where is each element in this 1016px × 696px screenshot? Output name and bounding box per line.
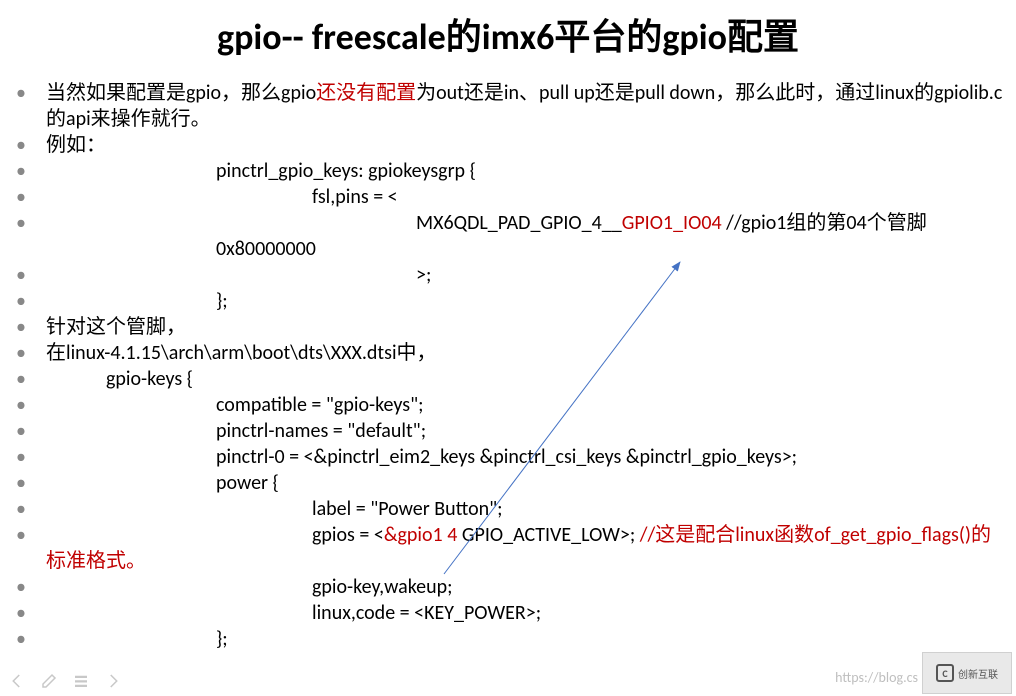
plain-text: 例如： [46,133,106,157]
bullet-item: • fsl,pins = < [16,184,1006,210]
bullet-marker: • [16,600,26,626]
plain-text: gpio-key,wakeup; [312,575,453,599]
bullet-item: • label = "Power Button"; [16,496,1006,522]
highlight-text: &gpio1 4 [384,523,462,547]
plain-text: gpio-keys { [106,367,193,391]
slide-nav-bar [8,672,122,690]
bullet-text: 针对这个管脚， [16,314,1006,340]
bullet-marker: • [16,158,26,184]
plain-text: pinctrl-0 = <&pinctrl_eim2_keys &pinctrl… [216,445,797,469]
plain-text: 针对这个管脚， [46,315,186,339]
site-logo: C 创新互联 [922,652,1012,694]
bullet-text: 例如： [16,132,1006,158]
bullet-item: • gpio-keys { [16,366,1006,392]
plain-text: pinctrl_gpio_keys: gpiokeysgrp { [216,159,476,183]
bullet-item: • compatible = "gpio-keys"; [16,392,1006,418]
bullet-text: MX6QDL_PAD_GPIO_4__GPIO1_IO04 //gpio1组的第… [16,210,1006,262]
plain-text: }; [216,289,228,313]
bullet-text: compatible = "gpio-keys"; [16,392,1006,418]
bullet-item: • pinctrl-0 = <&pinctrl_eim2_keys &pinctr… [16,444,1006,470]
plain-text: 当然如果配置是gpio，那么gpio [46,81,316,105]
bullet-item: • pinctrl_gpio_keys: gpiokeysgrp { [16,158,1006,184]
bullet-item: • gpio-key,wakeup; [16,574,1006,600]
bullet-marker: • [16,262,26,288]
bullet-item: • linux,code = <KEY_POWER>; [16,600,1006,626]
plain-text: label = "Power Button"; [312,497,503,521]
bullet-text: pinctrl-names = "default"; [16,418,1006,444]
plain-text: 在linux-4.1.15\arch\arm\boot\dts\XXX.dtsi… [46,341,437,365]
bullet-item: •}; [16,288,1006,314]
bullet-marker: • [16,366,26,392]
bullet-text: label = "Power Button"; [16,496,1006,522]
next-slide-button[interactable] [104,672,122,690]
bullet-item: • 在linux-4.1.15\arch\arm\boot\dts\XXX.dts… [16,340,1006,366]
highlight-text: 还没有配置 [316,81,416,105]
bullet-item: •}; [16,626,1006,652]
plain-text: pinctrl-names = "default"; [216,419,426,443]
bullet-marker: • [16,80,26,106]
watermark-url: https://blog.cs [835,669,918,686]
slide-body: •当然如果配置是gpio，那么gpio还没有配置为out还是in、pull up… [0,80,1016,652]
bullet-marker: • [16,418,26,444]
bullet-marker: • [16,288,26,314]
bullet-text: 当然如果配置是gpio，那么gpio还没有配置为out还是in、pull up还… [16,80,1006,132]
bullet-text: pinctrl_gpio_keys: gpiokeysgrp { [16,158,1006,184]
bullet-marker: • [16,626,26,652]
bullet-item: •gpios = <&gpio1 4 GPIO_ACTIVE_LOW>; //这… [16,522,1006,574]
plain-text: linux,code = <KEY_POWER>; [312,601,541,625]
bullet-item: • >; [16,262,1006,288]
bullet-text: power { [16,470,1006,496]
bullet-text: linux,code = <KEY_POWER>; [16,600,1006,626]
plain-text: MX6QDL_PAD_GPIO_4__ [416,211,622,235]
bullet-marker: • [16,496,26,522]
bullet-item: •MX6QDL_PAD_GPIO_4__GPIO1_IO04 //gpio1组的… [16,210,1006,262]
bullet-text: }; [16,626,1006,652]
plain-text: compatible = "gpio-keys"; [216,393,423,417]
bullet-text: gpios = <&gpio1 4 GPIO_ACTIVE_LOW>; //这是… [16,522,1006,574]
edit-slide-button[interactable] [40,672,58,690]
bullet-marker: • [16,392,26,418]
plain-text: >; [416,263,431,287]
slide-list-button[interactable] [72,672,90,690]
bullet-text: pinctrl-0 = <&pinctrl_eim2_keys &pinctrl… [16,444,1006,470]
slide-title: gpio-- freescale的imx6平台的gpio配置 [0,0,1016,80]
plain-text: gpios = < [312,523,384,547]
plain-text: power { [216,471,279,495]
bullet-text: fsl,pins = < [16,184,1006,210]
bullet-marker: • [16,314,26,340]
logo-icon: C [936,664,954,682]
plain-text: GPIO_ACTIVE_LOW>; [462,523,640,547]
bullet-text: >; [16,262,1006,288]
bullet-marker: • [16,132,26,158]
bullet-marker: • [16,184,26,210]
bullet-text: gpio-key,wakeup; [16,574,1006,600]
bullet-item: • power { [16,470,1006,496]
highlight-text: GPIO1_IO04 [622,211,722,235]
bullet-item: • 例如： [16,132,1006,158]
bullet-marker: • [16,444,26,470]
plain-text: }; [216,627,228,651]
bullet-text: 在linux-4.1.15\arch\arm\boot\dts\XXX.dtsi… [16,340,1006,366]
bullet-marker: • [16,470,26,496]
bullet-item: • pinctrl-names = "default"; [16,418,1006,444]
plain-text: fsl,pins = < [312,185,398,209]
prev-slide-button[interactable] [8,672,26,690]
bullet-marker: • [16,210,26,236]
bullet-marker: • [16,574,26,600]
bullet-marker: • [16,340,26,366]
bullet-item: •当然如果配置是gpio，那么gpio还没有配置为out还是in、pull up… [16,80,1006,132]
bullet-marker: • [16,522,26,548]
bullet-item: • 针对这个管脚， [16,314,1006,340]
bullet-text: gpio-keys { [16,366,1006,392]
bullet-text: }; [16,288,1006,314]
logo-text: 创新互联 [958,666,998,681]
